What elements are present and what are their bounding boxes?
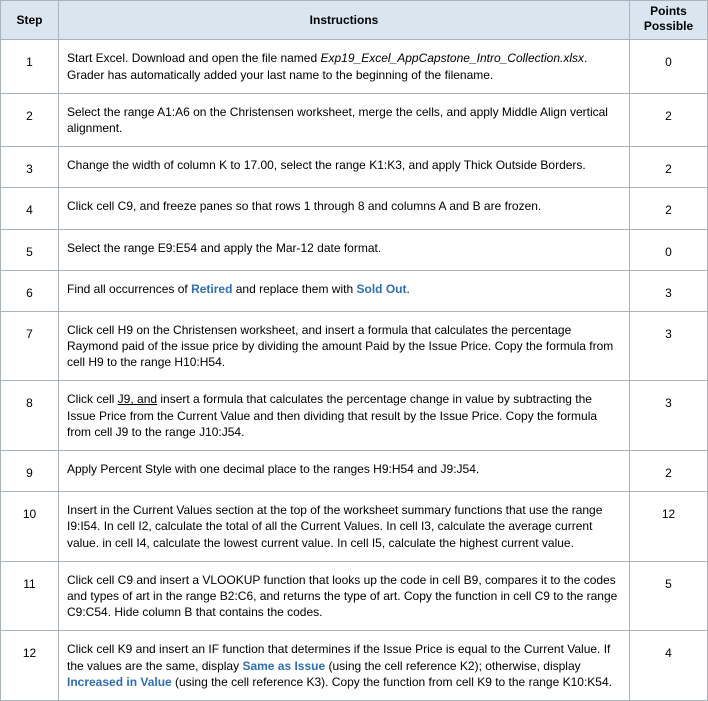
table-row: 3 Change the width of column K to 17.00,… [1,147,708,188]
points-value: 5 [630,561,708,631]
table-row: 1 Start Excel. Download and open the fil… [1,40,708,93]
instruction-cell: Apply Percent Style with one decimal pla… [59,451,630,492]
instruction-text: Find all occurrences of [67,282,191,296]
instruction-text: . [406,282,409,296]
instruction-cell: Select the range E9:E54 and apply the Ma… [59,229,630,270]
instruction-text: (using the cell reference K3). Copy the … [172,675,612,689]
step-number: 7 [1,311,59,381]
step-number: 2 [1,93,59,146]
step-number: 4 [1,188,59,229]
instruction-cell: Find all occurrences of Retired and repl… [59,270,630,311]
table-row: 4 Click cell C9, and freeze panes so tha… [1,188,708,229]
points-value: 2 [630,93,708,146]
instruction-cell: Click cell K9 and insert an IF function … [59,631,630,701]
header-step: Step [1,1,59,40]
table-header-row: Step Instructions Points Possible [1,1,708,40]
instruction-cell: Click cell C9 and insert a VLOOKUP funct… [59,561,630,631]
instruction-cell: Select the range A1:A6 on the Christense… [59,93,630,146]
points-value: 2 [630,147,708,188]
header-points-line1: Points [650,4,687,18]
step-number: 11 [1,561,59,631]
points-value: 12 [630,492,708,562]
header-points-line2: Possible [644,19,693,33]
points-value: 3 [630,270,708,311]
table-row: 11 Click cell C9 and insert a VLOOKUP fu… [1,561,708,631]
instruction-text: Start Excel. Download and open the file … [67,51,321,65]
table-row: 2 Select the range A1:A6 on the Christen… [1,93,708,146]
table-row: 9 Apply Percent Style with one decimal p… [1,451,708,492]
instruction-text: Click cell [67,392,118,406]
filename: Exp19_Excel_AppCapstone_Intro_Collection… [321,51,585,65]
points-value: 3 [630,381,708,451]
table-row: 6 Find all occurrences of Retired and re… [1,270,708,311]
points-value: 2 [630,188,708,229]
instruction-text: (using the cell reference K2); otherwise… [325,659,580,673]
instruction-cell: Insert in the Current Values section at … [59,492,630,562]
step-number: 1 [1,40,59,93]
underlined-text: J9, and [118,392,157,406]
instructions-table: Step Instructions Points Possible 1 Star… [0,0,708,701]
keyword-soldout: Sold Out [356,282,406,296]
step-number: 6 [1,270,59,311]
points-value: 4 [630,631,708,701]
points-value: 0 [630,229,708,270]
step-number: 10 [1,492,59,562]
instruction-cell: Start Excel. Download and open the file … [59,40,630,93]
table-row: 7 Click cell H9 on the Christensen works… [1,311,708,381]
instruction-cell: Change the width of column K to 17.00, s… [59,147,630,188]
instruction-cell: Click cell J9, and insert a formula that… [59,381,630,451]
points-value: 3 [630,311,708,381]
table-row: 10 Insert in the Current Values section … [1,492,708,562]
header-points: Points Possible [630,1,708,40]
table-row: 5 Select the range E9:E54 and apply the … [1,229,708,270]
keyword-same-as-issue: Same as Issue [242,659,325,673]
instruction-cell: Click cell C9, and freeze panes so that … [59,188,630,229]
instruction-cell: Click cell H9 on the Christensen workshe… [59,311,630,381]
table-row: 12 Click cell K9 and insert an IF functi… [1,631,708,701]
keyword-increased-in-value: Increased in Value [67,675,172,689]
header-instructions: Instructions [59,1,630,40]
step-number: 9 [1,451,59,492]
step-number: 3 [1,147,59,188]
keyword-retired: Retired [191,282,232,296]
points-value: 0 [630,40,708,93]
table-row: 8 Click cell J9, and insert a formula th… [1,381,708,451]
step-number: 5 [1,229,59,270]
instruction-text: and replace them with [232,282,356,296]
step-number: 12 [1,631,59,701]
points-value: 2 [630,451,708,492]
step-number: 8 [1,381,59,451]
